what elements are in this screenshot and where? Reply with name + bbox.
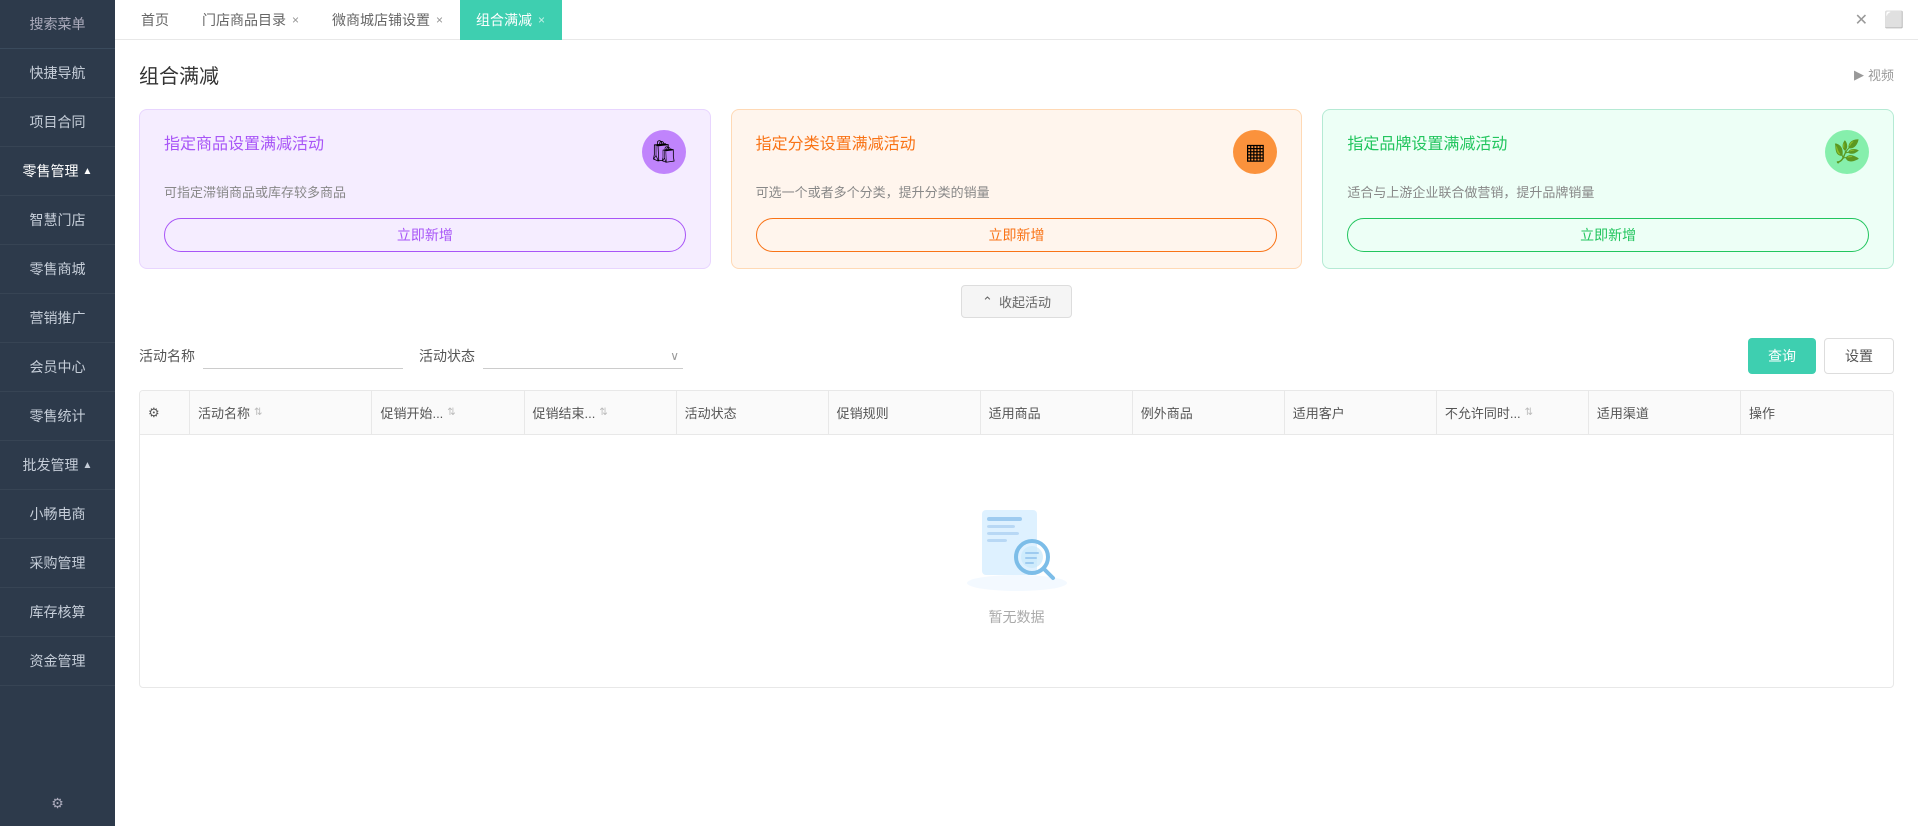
tab-combo-discount[interactable]: 组合满减 × xyxy=(460,0,562,40)
video-link[interactable]: ▶ 视频 xyxy=(1854,65,1894,84)
th-promo-start[interactable]: 促销开始...⇅ xyxy=(372,391,524,434)
sidebar-item-quick-nav[interactable]: 快捷导航 xyxy=(0,49,115,98)
sidebar-settings[interactable]: ⚙ xyxy=(0,781,115,826)
tab-wechat-store[interactable]: 微商城店铺设置 × xyxy=(316,0,460,40)
card-icon-brand-card: 🌿 xyxy=(1825,130,1869,174)
sort-icon-promo-end: ⇅ xyxy=(599,407,607,418)
table-header: ⚙活动名称⇅促销开始...⇅促销结束...⇅活动状态促销规则适用商品例外商品适用… xyxy=(140,391,1893,435)
card-desc-category-card: 可选一个或者多个分类，提升分类的销量 xyxy=(756,182,1278,202)
sidebar-item-inventory[interactable]: 库存核算 xyxy=(0,588,115,637)
tab-label-home: 首页 xyxy=(141,10,169,30)
card-desc-product-card: 可指定滞销商品或库存较多商品 xyxy=(164,182,686,202)
tab-close-combo-discount[interactable]: × xyxy=(538,13,545,27)
activity-status-field: 活动状态 ∨ xyxy=(419,344,683,369)
sidebar-item-retail-mall[interactable]: 零售商城 xyxy=(0,245,115,294)
sidebar-item-smart-store[interactable]: 智慧门店 xyxy=(0,196,115,245)
cards-row: 指定商品设置满减活动🛍可指定滞销商品或库存较多商品立即新增指定分类设置满减活动▦… xyxy=(139,109,1894,269)
empty-illustration xyxy=(957,495,1077,595)
maximize-window-button[interactable]: ⬜ xyxy=(1880,8,1908,32)
th-settings: ⚙ xyxy=(140,391,190,434)
video-label: 视频 xyxy=(1868,65,1894,84)
th-promo-end[interactable]: 促销结束...⇅ xyxy=(525,391,677,434)
sidebar-item-finance[interactable]: 资金管理 xyxy=(0,637,115,686)
card-title-brand-card: 指定品牌设置满减活动 xyxy=(1347,130,1825,154)
tab-close-store-catalog[interactable]: × xyxy=(292,13,299,27)
main-area: 首页 门店商品目录 × 微商城店铺设置 × 组合满减 × ✕ ⬜ 组合满减 ▶ 视频 指定商… xyxy=(115,0,1918,826)
tab-bar: 首页 门店商品目录 × 微商城店铺设置 × 组合满减 × ✕ ⬜ xyxy=(115,0,1918,40)
page-title: 组合满减 xyxy=(139,60,219,89)
sidebar-item-wholesale-mgmt[interactable]: 批发管理▲ xyxy=(0,441,115,490)
sidebar-item-retail-mgmt[interactable]: 零售管理▲ xyxy=(0,147,115,196)
activity-status-select-wrapper: ∨ xyxy=(483,344,683,369)
card-title-category-card: 指定分类设置满减活动 xyxy=(756,130,1234,154)
sort-icon-activity-name: ⇅ xyxy=(254,407,262,418)
chevron-icon: ▲ xyxy=(83,460,93,471)
collapse-icon: ⌃ xyxy=(982,294,993,310)
search-actions: 查询 设置 xyxy=(1748,338,1894,374)
th-activity-status: 活动状态 xyxy=(677,391,829,434)
th-applicable-goods: 适用商品 xyxy=(981,391,1133,434)
sidebar-item-procurement[interactable]: 采购管理 xyxy=(0,539,115,588)
sidebar: 搜索菜单 快捷导航项目合同零售管理▲智慧门店零售商城营销推广会员中心零售统计批发… xyxy=(0,0,115,826)
activity-name-field: 活动名称 xyxy=(139,344,403,369)
activity-name-input[interactable] xyxy=(203,344,403,369)
collapse-label: 收起活动 xyxy=(999,292,1051,311)
tab-label-wechat-store: 微商城店铺设置 xyxy=(332,10,430,30)
th-promo-rule: 促销规则 xyxy=(829,391,981,434)
sort-icon-promo-start: ⇅ xyxy=(447,407,455,418)
sidebar-item-member-center[interactable]: 会员中心 xyxy=(0,343,115,392)
card-product-card: 指定商品设置满减活动🛍 可指定滞销商品或库存较多商品立即新增 xyxy=(139,109,711,269)
card-header-category-card: 指定分类设置满减活动▦ xyxy=(756,130,1278,174)
tab-label-combo-discount: 组合满减 xyxy=(476,10,532,30)
sidebar-item-project-contract[interactable]: 项目合同 xyxy=(0,98,115,147)
th-operation: 操作 xyxy=(1741,391,1893,434)
tab-home[interactable]: 首页 xyxy=(125,0,186,40)
activity-name-label: 活动名称 xyxy=(139,346,195,366)
content-area: 组合满减 ▶ 视频 指定商品设置满减活动🛍可指定滞销商品或库存较多商品立即新增指… xyxy=(115,40,1918,826)
card-btn-product-card[interactable]: 立即新增 xyxy=(164,218,686,252)
collapse-button[interactable]: ⌃ 收起活动 xyxy=(961,285,1072,318)
search-bar: 活动名称 活动状态 ∨ 查询 设置 xyxy=(139,338,1894,374)
settings-button[interactable]: 设置 xyxy=(1824,338,1894,374)
gear-icon: ⚙ xyxy=(51,795,64,811)
collapse-row: ⌃ 收起活动 xyxy=(139,285,1894,318)
card-btn-brand-card[interactable]: 立即新增 xyxy=(1347,218,1869,252)
card-icon-category-card: ▦ xyxy=(1233,130,1277,174)
activity-status-label: 活动状态 xyxy=(419,346,475,366)
empty-state: 暂无数据 xyxy=(140,435,1893,687)
th-excluded-goods: 例外商品 xyxy=(1133,391,1285,434)
tab-close-wechat-store[interactable]: × xyxy=(436,13,443,27)
close-window-button[interactable]: ✕ xyxy=(1851,8,1872,32)
chevron-icon: ▲ xyxy=(83,166,93,177)
table-container: ⚙活动名称⇅促销开始...⇅促销结束...⇅活动状态促销规则适用商品例外商品适用… xyxy=(139,390,1894,688)
card-header-brand-card: 指定品牌设置满减活动🌿 xyxy=(1347,130,1869,174)
tab-actions: ✕ ⬜ xyxy=(1851,8,1908,32)
card-header-product-card: 指定商品设置满减活动🛍 xyxy=(164,130,686,174)
card-category-card: 指定分类设置满减活动▦ 可选一个或者多个分类，提升分类的销量立即新增 xyxy=(731,109,1303,269)
card-btn-category-card[interactable]: 立即新增 xyxy=(756,218,1278,252)
sidebar-search[interactable]: 搜索菜单 xyxy=(0,0,115,49)
sidebar-item-marketing[interactable]: 营销推广 xyxy=(0,294,115,343)
th-not-allow-concurrent[interactable]: 不允许同时...⇅ xyxy=(1437,391,1589,434)
tab-store-catalog[interactable]: 门店商品目录 × xyxy=(186,0,316,40)
card-desc-brand-card: 适合与上游企业联合做营销，提升品牌销量 xyxy=(1347,182,1869,202)
sidebar-item-xiaochangec[interactable]: 小畅电商 xyxy=(0,490,115,539)
page-header: 组合满减 ▶ 视频 xyxy=(139,60,1894,89)
th-applicable-customer: 适用客户 xyxy=(1285,391,1437,434)
play-icon: ▶ xyxy=(1854,67,1864,83)
th-activity-name[interactable]: 活动名称⇅ xyxy=(190,391,372,434)
card-title-product-card: 指定商品设置满减活动 xyxy=(164,130,642,154)
activity-status-select[interactable] xyxy=(483,344,683,369)
tab-label-store-catalog: 门店商品目录 xyxy=(202,10,286,30)
sort-icon-not-allow-concurrent: ⇅ xyxy=(1525,407,1533,418)
empty-text: 暂无数据 xyxy=(989,607,1045,627)
query-button[interactable]: 查询 xyxy=(1748,338,1816,374)
card-icon-product-card: 🛍 xyxy=(642,130,686,174)
card-brand-card: 指定品牌设置满减活动🌿 适合与上游企业联合做营销，提升品牌销量立即新增 xyxy=(1322,109,1894,269)
sidebar-item-retail-stats[interactable]: 零售统计 xyxy=(0,392,115,441)
th-applicable-channel: 适用渠道 xyxy=(1589,391,1741,434)
